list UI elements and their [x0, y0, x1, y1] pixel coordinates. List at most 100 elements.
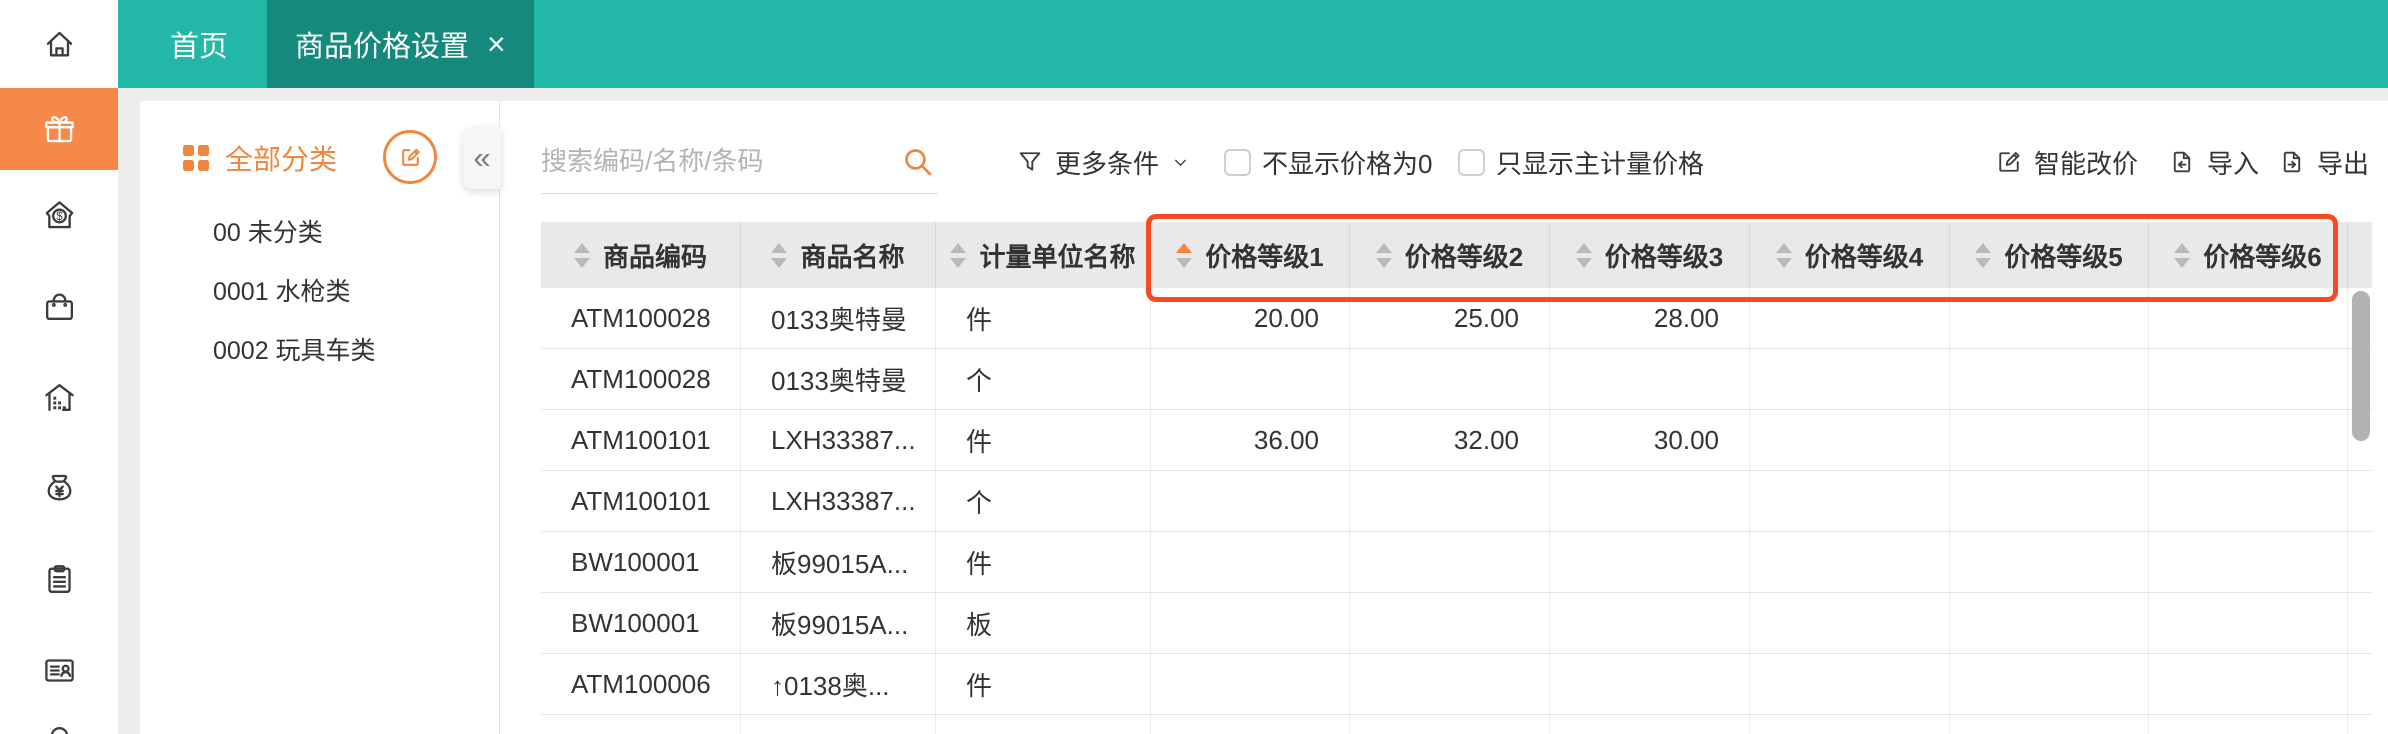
table-row[interactable]: BW100001 板99015A... 件 [541, 532, 2372, 593]
column-header-3[interactable]: 计量单位名称 [936, 222, 1151, 288]
table-cell[interactable]: 25.00 [1350, 288, 1550, 348]
search-icon[interactable] [901, 145, 934, 178]
import-button[interactable]: 导入 [2168, 130, 2259, 194]
table-cell[interactable] [2149, 654, 2348, 714]
table-cell[interactable] [1350, 654, 1550, 714]
table-cell[interactable] [1350, 471, 1550, 531]
tab-close-icon[interactable]: × [487, 28, 506, 60]
column-header-8[interactable]: 价格等级5 [1950, 222, 2149, 288]
table-cell[interactable] [2149, 471, 2348, 531]
sidebar-item-more[interactable] [0, 716, 118, 734]
table-cell[interactable]: LXH33387... [741, 410, 936, 470]
table-cell[interactable] [1950, 410, 2149, 470]
category-item-water-guns[interactable]: 0001 水枪类 [213, 260, 489, 319]
table-cell[interactable] [1950, 593, 2149, 653]
column-header-1[interactable]: 商品编码 [541, 222, 741, 288]
smart-reprice-button[interactable]: 智能改价 [1995, 130, 2138, 194]
table-cell[interactable] [1151, 654, 1350, 714]
sidebar-item-warehouse[interactable] [0, 352, 118, 443]
sidebar-item-finance[interactable] [0, 443, 118, 534]
table-cell[interactable]: 件 [936, 288, 1151, 348]
table-cell[interactable] [1151, 593, 1350, 653]
tab-product-price-settings[interactable]: 商品价格设置 × [267, 0, 534, 88]
table-cell[interactable]: 32.00 [1350, 410, 1550, 470]
table-cell[interactable] [1950, 471, 2149, 531]
table-cell[interactable] [1350, 532, 1550, 592]
table-cell[interactable]: BW100001 [541, 593, 741, 653]
column-header-6[interactable]: 价格等级3 [1550, 222, 1750, 288]
table-cell[interactable] [1350, 593, 1550, 653]
category-item-toy-cars[interactable]: 0002 玩具车类 [213, 319, 489, 378]
table-cell[interactable]: ATM100006 [541, 654, 741, 714]
table-cell[interactable]: 个 [936, 349, 1151, 409]
table-cell[interactable] [1750, 471, 1950, 531]
export-button[interactable]: 导出 [2278, 130, 2369, 194]
table-cell[interactable] [1151, 471, 1350, 531]
all-categories-label[interactable]: 全部分类 [225, 138, 337, 178]
table-cell[interactable] [1950, 654, 2149, 714]
table-cell[interactable]: ATM100101 [541, 410, 741, 470]
main-unit-price-only-checkbox-group[interactable]: 只显示主计量价格 [1458, 130, 1704, 194]
table-cell[interactable]: ATM100028 [541, 349, 741, 409]
table-row[interactable]: ATM100101 LXH33387... 个 [541, 471, 2372, 532]
table-cell[interactable] [2149, 410, 2348, 470]
sidebar-item-home[interactable] [0, 0, 118, 88]
table-row[interactable]: ATM100028 0133奥特曼个 [541, 349, 2372, 410]
table-cell[interactable] [1151, 349, 1350, 409]
column-header-5[interactable]: 价格等级2 [1350, 222, 1550, 288]
table-cell[interactable]: 板 [936, 593, 1151, 653]
table-cell[interactable]: 20.00 [1151, 288, 1350, 348]
sidebar-item-orders[interactable] [0, 534, 118, 625]
table-cell[interactable] [1750, 288, 1950, 348]
column-header-4[interactable]: 价格等级1 [1151, 222, 1350, 288]
table-cell[interactable]: 件 [936, 410, 1151, 470]
table-cell[interactable]: 28.00 [1550, 288, 1750, 348]
table-cell[interactable] [1550, 349, 1750, 409]
column-header-9[interactable]: 价格等级6 [2149, 222, 2348, 288]
table-cell[interactable] [1750, 349, 1950, 409]
table-cell[interactable] [1350, 349, 1550, 409]
table-cell[interactable] [1950, 288, 2149, 348]
table-cell[interactable] [1750, 593, 1950, 653]
table-cell[interactable]: LXH33387... [741, 471, 936, 531]
table-cell[interactable]: BW100001 [541, 532, 741, 592]
column-header-2[interactable]: 商品名称 [741, 222, 936, 288]
sidebar-item-goods[interactable] [0, 88, 118, 170]
column-header-7[interactable]: 价格等级4 [1750, 222, 1950, 288]
main-unit-price-only-checkbox[interactable] [1458, 148, 1485, 176]
sidebar-item-sales[interactable]: $ [0, 170, 118, 261]
table-cell[interactable]: 0133奥特曼 [741, 288, 936, 348]
table-cell[interactable] [2149, 288, 2348, 348]
table-cell[interactable]: ↑0138奥... [741, 654, 936, 714]
sidebar-item-purchase[interactable] [0, 261, 118, 352]
table-cell[interactable] [1550, 532, 1750, 592]
table-cell[interactable] [1750, 654, 1950, 714]
hide-zero-price-checkbox[interactable] [1224, 148, 1251, 176]
table-cell[interactable] [2149, 593, 2348, 653]
table-cell[interactable]: 36.00 [1151, 410, 1350, 470]
table-cell[interactable] [1750, 532, 1950, 592]
table-cell[interactable]: ATM100028 [541, 288, 741, 348]
table-cell[interactable] [2149, 349, 2348, 409]
table-row[interactable]: ATM100101 LXH33387... 件 36.00 32.00 30.00 [541, 410, 2372, 471]
table-cell[interactable]: 30.00 [1550, 410, 1750, 470]
sidebar-item-customers[interactable] [0, 625, 118, 716]
table-cell[interactable]: 件 [936, 654, 1151, 714]
table-cell[interactable]: 板99015A... [741, 532, 936, 592]
table-cell[interactable]: ATM100101 [541, 471, 741, 531]
table-cell[interactable]: 件 [936, 532, 1151, 592]
table-cell[interactable] [1151, 532, 1350, 592]
hide-zero-price-checkbox-group[interactable]: 不显示价格为0 [1224, 130, 1432, 194]
more-conditions-dropdown[interactable]: 更多条件 [1016, 130, 1191, 194]
table-cell[interactable]: 0133奥特曼 [741, 349, 936, 409]
edit-categories-button[interactable] [383, 130, 437, 184]
table-cell[interactable]: 个 [936, 471, 1151, 531]
search-input[interactable] [541, 130, 938, 193]
table-cell[interactable] [2149, 532, 2348, 592]
tab-home[interactable]: 首页 [137, 0, 261, 88]
table-cell[interactable] [1950, 349, 2149, 409]
table-row[interactable]: ATM100028 0133奥特曼件 20.00 25.00 28.00 [541, 288, 2372, 349]
collapse-panel-button[interactable]: « [463, 127, 501, 189]
category-item-unclassified[interactable]: 00 未分类 [213, 201, 489, 260]
table-cell[interactable]: 板99015A... [741, 593, 936, 653]
